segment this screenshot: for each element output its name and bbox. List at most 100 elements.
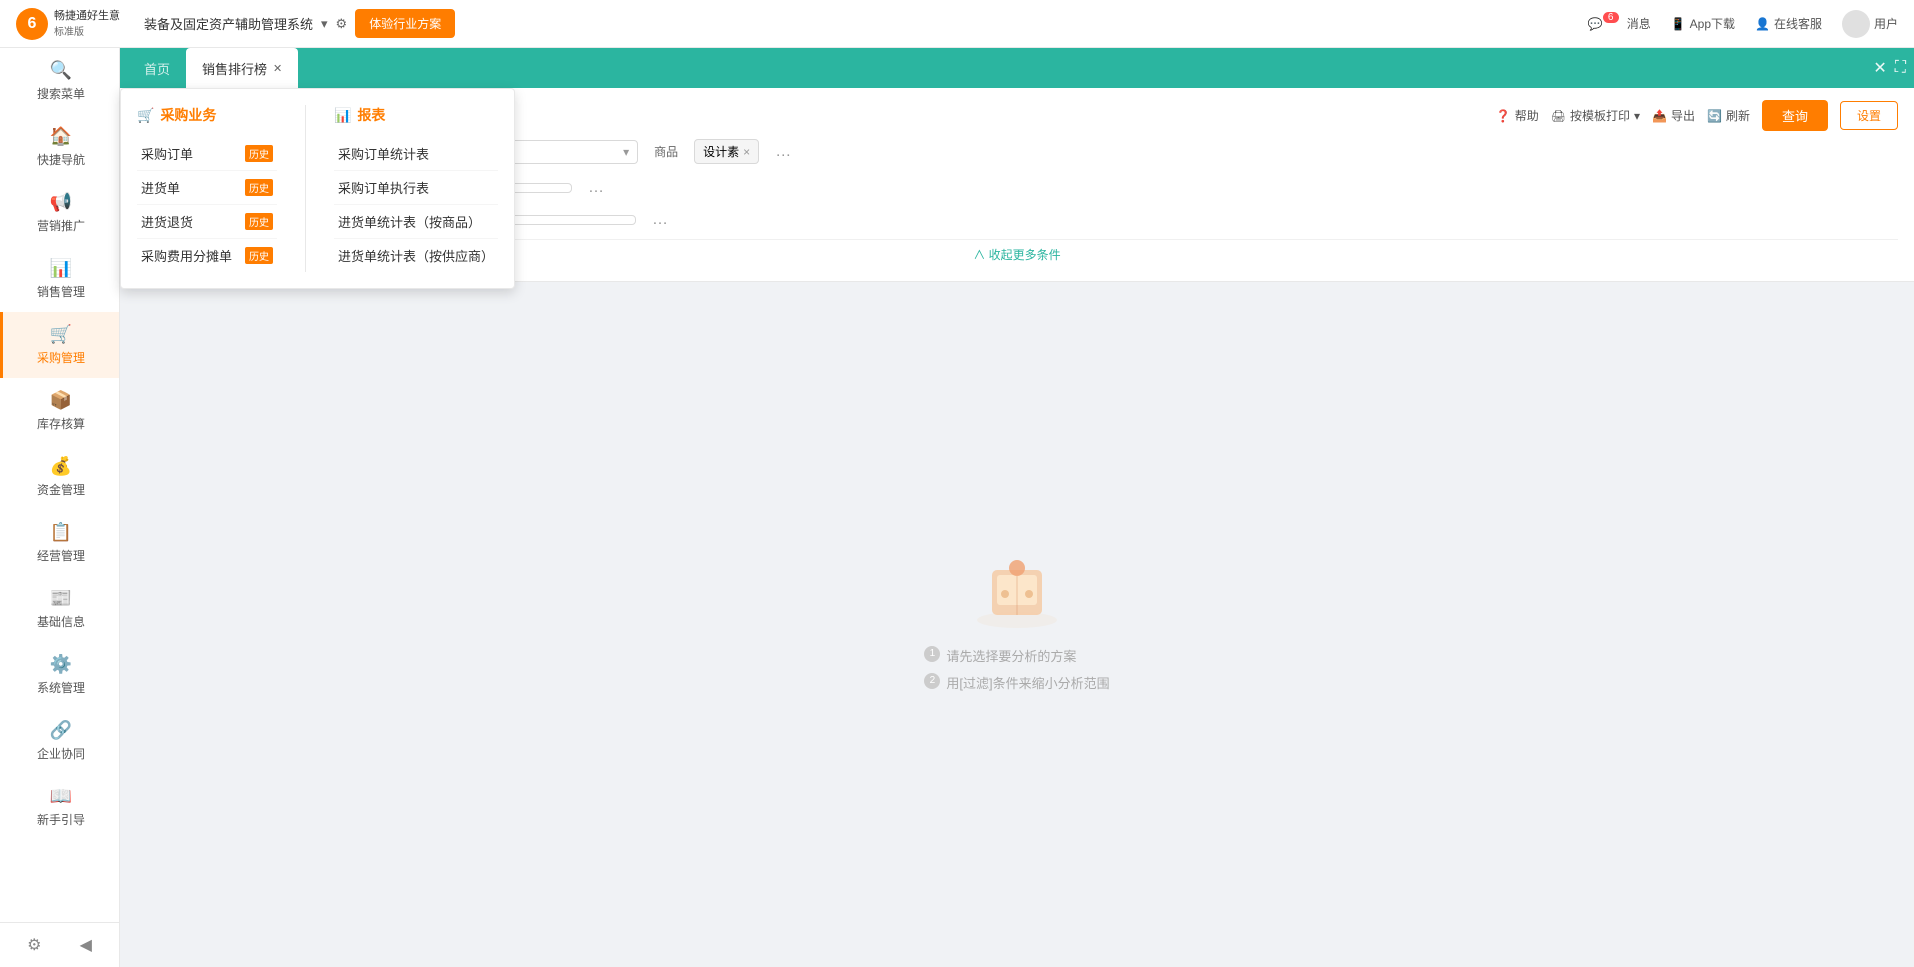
sidebar: 🔍 搜索菜单 🏠 快捷导航 📢 营销推广 📊 销售管理 🛒 采购管理 📦 库存核… — [0, 48, 120, 967]
gi-stat-goods-label: 进货单统计表（按商品） — [338, 212, 481, 231]
sidebar-label-guide: 新手引导 — [37, 811, 85, 828]
settings-bottom-icon[interactable]: ⚙ — [27, 935, 41, 955]
app-download-item[interactable]: 📱 App下载 — [1671, 15, 1735, 32]
customer-more-icon[interactable]: … — [652, 211, 668, 229]
sidebar-item-marketing[interactable]: 📢 营销推广 — [0, 180, 119, 246]
goods-in-badge: 历史 — [245, 179, 273, 196]
purchase-order-label: 采购订单 — [141, 144, 193, 163]
tab-sales-rank-label: 销售排行榜 — [202, 59, 267, 78]
sidebar-item-sales[interactable]: 📊 销售管理 — [0, 246, 119, 312]
report-col-icon: 📊 — [334, 107, 351, 124]
sidebar-item-quicknav[interactable]: 🏠 快捷导航 — [0, 114, 119, 180]
print-icon: 🖨 — [1551, 109, 1566, 123]
sidebar-label-marketing: 营销推广 — [37, 217, 85, 234]
export-btn[interactable]: 📤 导出 — [1652, 107, 1695, 124]
window-close-icon[interactable]: ✕ — [1873, 58, 1886, 78]
goods-more-icon[interactable]: … — [775, 143, 791, 161]
empty-hints: 1 请先选择要分析的方案 2 用[过滤]条件来缩小分析范围 — [924, 646, 1109, 700]
customer-select[interactable] — [496, 215, 636, 225]
hint-num-2: 2 — [924, 673, 940, 689]
tab-home-label: 首页 — [144, 59, 170, 78]
goods-tag-text: 设计素 — [703, 143, 739, 160]
sidebar-item-system[interactable]: ⚙️ 系统管理 — [0, 642, 119, 708]
sidebar-label-enterprise: 企业协同 — [37, 745, 85, 762]
hint-num-1: 1 — [924, 646, 940, 662]
purchase-icon: 🛒 — [50, 324, 72, 345]
guide-icon: 📖 — [50, 786, 72, 807]
tab-home[interactable]: 首页 — [128, 48, 186, 88]
sidebar-label-operations: 经营管理 — [37, 547, 85, 564]
sidebar-item-search[interactable]: 🔍 搜索菜单 — [0, 48, 119, 114]
system-icon: ⚙️ — [50, 654, 72, 675]
dropdown-item-goods-in-stat-goods[interactable]: 进货单统计表（按商品） — [334, 205, 498, 239]
sidebar-label-basic: 基础信息 — [37, 613, 85, 630]
system-settings-icon[interactable]: ⚙ — [336, 16, 348, 32]
print-label: 按模板打印 — [1570, 107, 1630, 124]
goods-tag-remove[interactable]: × — [743, 145, 750, 159]
sidebar-label-search: 搜索菜单 — [37, 85, 85, 102]
system-area: 装备及固定资产辅助管理系统 ▾ ⚙ 体验行业方案 — [136, 9, 1588, 38]
sidebar-item-funds[interactable]: 💰 资金管理 — [0, 444, 119, 510]
topbar: 6 畅捷通好生意 标准版 装备及固定资产辅助管理系统 ▾ ⚙ 体验行业方案 💬 … — [0, 0, 1914, 48]
logo-text: 畅捷通好生意 — [54, 9, 120, 23]
help-btn[interactable]: ❓ 帮助 — [1496, 107, 1539, 124]
purchase-col: 🛒 采购业务 采购订单 历史 进货单 历史 进货退货 历史 采购费用分摊单 历史 — [137, 105, 277, 272]
sidebar-item-basic[interactable]: 📰 基础信息 — [0, 576, 119, 642]
message-label: 消息 — [1627, 15, 1651, 32]
tab-sales-rank[interactable]: 销售排行榜 ✕ — [186, 48, 298, 88]
marketing-icon: 📢 — [50, 192, 72, 213]
sidebar-label-purchase: 采购管理 — [37, 349, 85, 366]
service-icon: 👤 — [1755, 17, 1770, 31]
dropdown-item-goods-in-stat-supplier[interactable]: 进货单统计表（按供应商） — [334, 239, 498, 272]
collapse-sidebar-icon[interactable]: ◀ — [80, 935, 92, 955]
sidebar-item-inventory[interactable]: 📦 库存核算 — [0, 378, 119, 444]
tab-close-icon[interactable]: ✕ — [273, 62, 282, 75]
query-button[interactable]: 查询 — [1762, 100, 1828, 131]
status-arrow-icon: ▾ — [623, 145, 629, 159]
dropdown-item-purchase-order-exec[interactable]: 采购订单执行表 — [334, 171, 498, 205]
empty-hint-1: 1 请先选择要分析的方案 — [924, 646, 1109, 665]
fullscreen-icon[interactable]: ⛶ — [1895, 59, 1906, 77]
sales-icon: 📊 — [50, 258, 72, 279]
refresh-btn[interactable]: 🔄 刷新 — [1707, 107, 1750, 124]
sidebar-label-system: 系统管理 — [37, 679, 85, 696]
sidebar-label-funds: 资金管理 — [37, 481, 85, 498]
status-select[interactable]: ▾ — [498, 140, 638, 164]
dropdown-item-purchase-order[interactable]: 采购订单 历史 — [137, 137, 277, 171]
sidebar-item-operations[interactable]: 📋 经营管理 — [0, 510, 119, 576]
sidebar-item-purchase[interactable]: 🛒 采购管理 — [0, 312, 119, 378]
sidebar-item-guide[interactable]: 📖 新手引导 — [0, 774, 119, 840]
system-dropdown-icon[interactable]: ▾ — [321, 16, 328, 32]
dropdown-item-purchase-expense[interactable]: 采购费用分摊单 历史 — [137, 239, 277, 272]
refresh-icon: 🔄 — [1707, 109, 1722, 123]
messages-item[interactable]: 💬 6 消息 — [1588, 15, 1651, 32]
trial-button[interactable]: 体验行业方案 — [355, 9, 455, 38]
inventory-icon: 📦 — [50, 390, 72, 411]
basic-icon: 📰 — [50, 588, 72, 609]
empty-hint-2: 2 用[过滤]条件来缩小分析范围 — [924, 673, 1109, 692]
tabs-right: ✕ ⛶ — [1873, 58, 1906, 78]
message-icon: 💬 — [1588, 17, 1603, 31]
user-label: 用户 — [1874, 15, 1898, 32]
sidebar-item-enterprise[interactable]: 🔗 企业协同 — [0, 708, 119, 774]
purchase-dropdown-menu: 🛒 采购业务 采购订单 历史 进货单 历史 进货退货 历史 采购费用分摊单 历史… — [120, 88, 515, 289]
purchase-col-icon: 🛒 — [137, 107, 154, 124]
export-label: 导出 — [1671, 107, 1695, 124]
dropdown-item-goods-in[interactable]: 进货单 历史 — [137, 171, 277, 205]
online-service-label: 在线客服 — [1774, 15, 1822, 32]
purchase-col-title: 🛒 采购业务 — [137, 105, 277, 125]
purchase-order-badge: 历史 — [245, 145, 273, 162]
staff-more-icon[interactable]: … — [588, 179, 604, 197]
collapse-label: 收起更多条件 — [989, 248, 1061, 262]
online-service-item[interactable]: 👤 在线客服 — [1755, 15, 1822, 32]
topbar-right: 💬 6 消息 📱 App下载 👤 在线客服 用户 — [1588, 10, 1898, 38]
collapse-icon: ∧ — [973, 248, 985, 262]
settings-button[interactable]: 设置 — [1840, 101, 1898, 130]
dropdown-divider — [305, 105, 306, 272]
dropdown-item-goods-return[interactable]: 进货退货 历史 — [137, 205, 277, 239]
search-icon: 🔍 — [50, 60, 72, 81]
hint-text-1: 请先选择要分析的方案 — [946, 646, 1076, 665]
dropdown-item-purchase-order-stat[interactable]: 采购订单统计表 — [334, 137, 498, 171]
user-item[interactable]: 用户 — [1842, 10, 1898, 38]
print-btn[interactable]: 🖨 按模板打印 ▾ — [1551, 107, 1640, 124]
